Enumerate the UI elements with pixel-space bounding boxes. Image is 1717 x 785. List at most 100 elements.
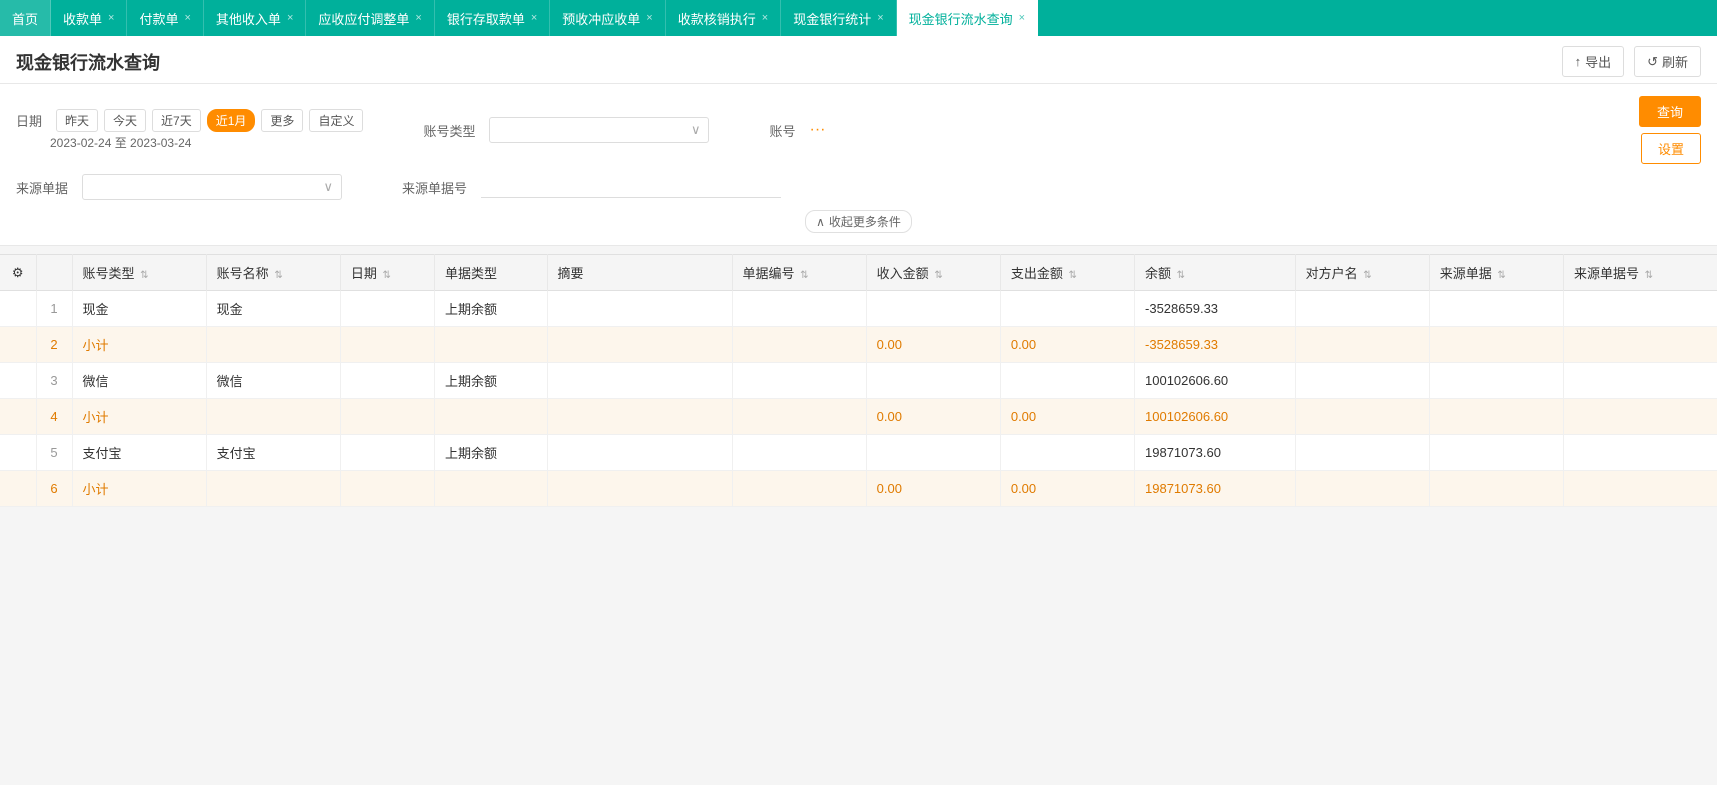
sort-icon: ⇅	[1363, 270, 1371, 281]
counterpart-cell	[1295, 471, 1429, 507]
gear-cell	[0, 435, 36, 471]
source-doc-select[interactable]: ∨	[82, 174, 342, 200]
collapse-button[interactable]: ∧ 收起更多条件	[805, 210, 912, 233]
balance-cell: 19871073.60	[1135, 471, 1296, 507]
collapse-icon: ∧	[816, 215, 825, 229]
close-icon[interactable]: ×	[762, 12, 768, 24]
doc-type-cell	[434, 327, 547, 363]
account-name-cell: 现金	[206, 291, 340, 327]
page-header: 现金银行流水查询 ↑ 导出 ↺ 刷新	[0, 36, 1717, 84]
close-icon[interactable]: ×	[415, 12, 421, 24]
nav-item-settlement[interactable]: 收款核销执行 ×	[666, 0, 781, 36]
export-button[interactable]: ↑ 导出	[1562, 46, 1625, 77]
col-expense: 支出金额 ⇅	[1000, 255, 1134, 291]
sort-icon: ⇅	[1068, 270, 1076, 281]
refresh-icon: ↺	[1647, 54, 1658, 70]
counterpart-cell	[1295, 291, 1429, 327]
export-icon: ↑	[1575, 54, 1582, 69]
table-container: ⚙ 账号类型 ⇅ 账号名称 ⇅ 日期 ⇅ 单据类型	[0, 254, 1717, 507]
close-icon[interactable]: ×	[108, 12, 114, 24]
sort-icon: ⇅	[140, 270, 148, 281]
table-row: 6小计0.000.0019871073.60	[0, 471, 1717, 507]
account-type-select[interactable]: ∨	[489, 117, 709, 143]
table-row: 3微信微信上期余额100102606.60	[0, 363, 1717, 399]
source-doc-cell	[1429, 399, 1563, 435]
date-custom[interactable]: 自定义	[309, 109, 363, 132]
col-index	[36, 255, 72, 291]
nav-item-other-income[interactable]: 其他收入单 ×	[204, 0, 306, 36]
setting-button[interactable]: 设置	[1641, 133, 1701, 164]
chevron-down-icon: ∨	[324, 179, 334, 195]
source-doc-cell	[1429, 471, 1563, 507]
header-actions: ↑ 导出 ↺ 刷新	[1562, 46, 1701, 77]
doc-type-cell	[434, 471, 547, 507]
date-today[interactable]: 今天	[104, 109, 146, 132]
close-icon[interactable]: ×	[877, 12, 883, 24]
date-yesterday[interactable]: 昨天	[56, 109, 98, 132]
summary-cell	[547, 363, 732, 399]
close-icon[interactable]: ×	[184, 12, 190, 24]
sort-icon: ⇅	[1645, 270, 1653, 281]
nav-item-bank-flow[interactable]: 现金银行流水查询 ×	[897, 0, 1038, 36]
account-name-cell	[206, 327, 340, 363]
nav-item-prepayment[interactable]: 预收冲应收单 ×	[550, 0, 665, 36]
gear-cell	[0, 399, 36, 435]
account-name-cell: 微信	[206, 363, 340, 399]
doc-no-cell	[732, 291, 866, 327]
col-source-doc-no: 来源单据号 ⇅	[1563, 255, 1717, 291]
income-cell: 0.00	[866, 471, 1000, 507]
date-more[interactable]: 更多	[261, 109, 303, 132]
nav-item-adjustment[interactable]: 应收应付调整单 ×	[306, 0, 434, 36]
close-icon[interactable]: ×	[287, 12, 293, 24]
filter-row-2: 来源单据 ∨ 来源单据号	[16, 174, 1701, 200]
doc-type-cell	[434, 399, 547, 435]
date-7days[interactable]: 近7天	[152, 109, 201, 132]
table-body: 1现金现金上期余额-3528659.332小计0.000.00-3528659.…	[0, 291, 1717, 507]
date-cell	[340, 327, 434, 363]
counterpart-cell	[1295, 399, 1429, 435]
nav-item-receipt[interactable]: 收款单 ×	[51, 0, 127, 36]
account-dots-button[interactable]: ···	[809, 121, 825, 139]
col-gear: ⚙	[0, 255, 36, 291]
sort-icon: ⇅	[274, 270, 282, 281]
sort-icon: ⇅	[800, 270, 808, 281]
close-icon[interactable]: ×	[646, 12, 652, 24]
source-doc-no-cell	[1563, 399, 1717, 435]
gear-icon[interactable]: ⚙	[12, 265, 24, 280]
index-cell: 6	[36, 471, 72, 507]
nav-item-payment[interactable]: 付款单 ×	[127, 0, 203, 36]
collapse-bar: ∧ 收起更多条件	[16, 210, 1701, 233]
account-label: 账号	[769, 121, 795, 140]
date-1month[interactable]: 近1月	[207, 109, 256, 132]
close-icon[interactable]: ×	[1019, 12, 1025, 24]
income-cell: 0.00	[866, 327, 1000, 363]
col-doc-type: 单据类型	[434, 255, 547, 291]
source-doc-no-cell	[1563, 327, 1717, 363]
doc-no-cell	[732, 327, 866, 363]
nav-item-home[interactable]: 首页	[0, 0, 51, 36]
counterpart-cell	[1295, 363, 1429, 399]
account-name-cell: 支付宝	[206, 435, 340, 471]
source-doc-no-input[interactable]	[481, 176, 781, 198]
income-cell: 0.00	[866, 399, 1000, 435]
col-summary: 摘要	[547, 255, 732, 291]
balance-cell: -3528659.33	[1135, 327, 1296, 363]
nav-item-bank-stats[interactable]: 现金银行统计 ×	[781, 0, 896, 36]
table-header-row: ⚙ 账号类型 ⇅ 账号名称 ⇅ 日期 ⇅ 单据类型	[0, 255, 1717, 291]
summary-cell	[547, 399, 732, 435]
col-date: 日期 ⇅	[340, 255, 434, 291]
query-button[interactable]: 查询	[1639, 96, 1701, 127]
date-cell	[340, 291, 434, 327]
chevron-down-icon: ∨	[691, 122, 701, 138]
income-cell	[866, 435, 1000, 471]
summary-cell	[547, 471, 732, 507]
nav-item-bank-deposit[interactable]: 银行存取款单 ×	[435, 0, 550, 36]
date-range-display: 2023-02-24 至 2023-03-24	[50, 136, 191, 150]
date-label: 日期	[16, 111, 42, 130]
source-doc-no-label: 来源单据号	[402, 178, 467, 197]
doc-type-cell: 上期余额	[434, 435, 547, 471]
balance-cell: 100102606.60	[1135, 399, 1296, 435]
refresh-button[interactable]: ↺ 刷新	[1634, 46, 1701, 77]
close-icon[interactable]: ×	[531, 12, 537, 24]
source-doc-no-cell	[1563, 291, 1717, 327]
